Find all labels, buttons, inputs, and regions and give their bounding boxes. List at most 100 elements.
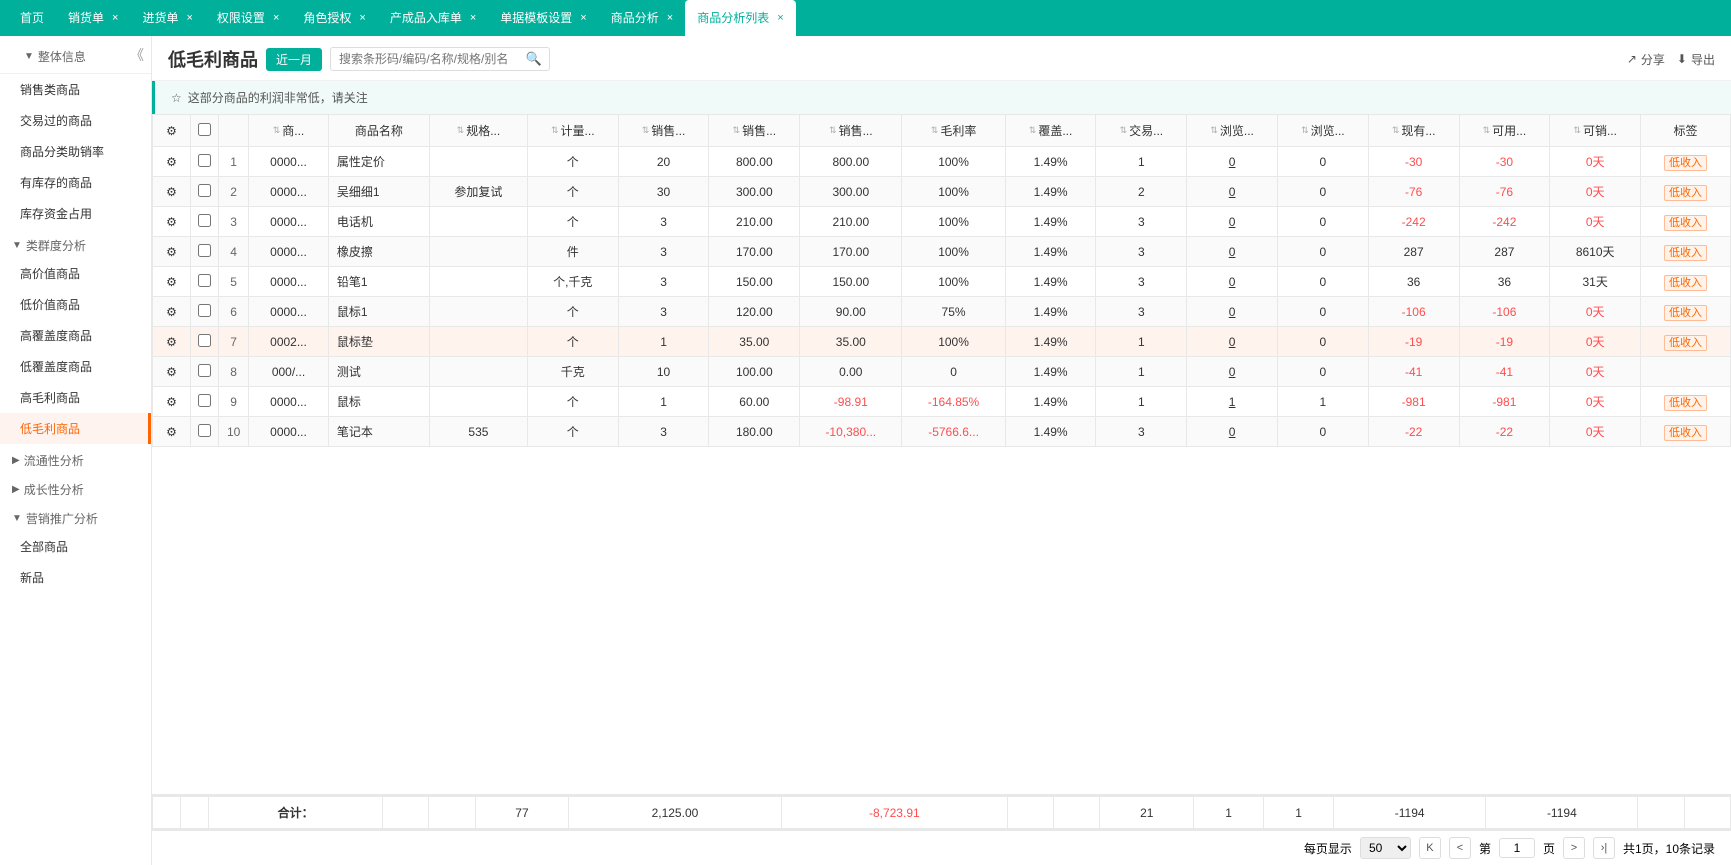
- settings-cell[interactable]: ⚙: [153, 357, 191, 387]
- export-button[interactable]: ⬇ 导出: [1677, 51, 1715, 68]
- date-filter-button[interactable]: 近一月: [266, 48, 322, 71]
- sort-icon-unit[interactable]: ⇅: [551, 125, 559, 136]
- sort-icon-avail[interactable]: ⇅: [1483, 125, 1491, 136]
- settings-cell[interactable]: ⚙: [153, 327, 191, 357]
- row-checkbox-cell[interactable]: [191, 417, 219, 447]
- sidebar-item-stocked-goods[interactable]: 有库存的商品: [0, 167, 151, 198]
- row-checkbox[interactable]: [198, 424, 211, 437]
- nav-product-entry[interactable]: 产成品入库单 ×: [378, 0, 488, 36]
- sidebar-collapse-button[interactable]: 《: [127, 45, 147, 65]
- browse1-link[interactable]: 0: [1229, 365, 1236, 379]
- row-checkbox-cell[interactable]: [191, 267, 219, 297]
- row-checkbox-cell[interactable]: [191, 237, 219, 267]
- row-checkbox[interactable]: [198, 214, 211, 227]
- row-checkbox[interactable]: [198, 274, 211, 287]
- checkbox-column-header[interactable]: [191, 115, 219, 147]
- row-checkbox-cell[interactable]: [191, 387, 219, 417]
- row-checkbox-cell[interactable]: [191, 207, 219, 237]
- row-checkbox-cell[interactable]: [191, 147, 219, 177]
- sidebar-item-low-value[interactable]: 低价值商品: [0, 289, 151, 320]
- settings-cell[interactable]: ⚙: [153, 147, 191, 177]
- browse1-link[interactable]: 0: [1229, 155, 1236, 169]
- sidebar-item-stock-capital[interactable]: 库存资金占用: [0, 198, 151, 229]
- nav-home[interactable]: 首页: [8, 0, 56, 36]
- sort-icon-price[interactable]: ⇅: [733, 125, 741, 136]
- browse1-link[interactable]: 0: [1229, 425, 1236, 439]
- row-checkbox[interactable]: [198, 394, 211, 407]
- nav-close-product-entry[interactable]: ×: [470, 0, 476, 36]
- sort-icon-cov[interactable]: ⇅: [1029, 125, 1037, 136]
- browse1-link[interactable]: 0: [1229, 185, 1236, 199]
- nav-close-product-analysis[interactable]: ×: [667, 0, 673, 36]
- nav-close-sales-order[interactable]: ×: [112, 0, 118, 36]
- sidebar-item-low-margin[interactable]: 低毛利商品: [0, 413, 151, 444]
- sidebar-item-high-coverage[interactable]: 高覆盖度商品: [0, 320, 151, 351]
- sidebar-item-high-margin[interactable]: 高毛利商品: [0, 382, 151, 413]
- last-page-button[interactable]: ›|: [1593, 837, 1615, 859]
- sort-icon-gross[interactable]: ⇅: [931, 125, 939, 136]
- nav-purchase-order[interactable]: 进货单 ×: [130, 0, 204, 36]
- nav-permissions[interactable]: 权限设置 ×: [205, 0, 291, 36]
- nav-close-template-settings[interactable]: ×: [580, 0, 586, 36]
- row-checkbox-cell[interactable]: [191, 357, 219, 387]
- nav-template-settings[interactable]: 单据模板设置 ×: [488, 0, 598, 36]
- row-checkbox[interactable]: [198, 244, 211, 257]
- sort-icon-qty[interactable]: ⇅: [642, 125, 650, 136]
- nav-sales-order[interactable]: 销货单 ×: [56, 0, 130, 36]
- sort-icon-sale[interactable]: ⇅: [1573, 125, 1581, 136]
- sort-icon-b2[interactable]: ⇅: [1301, 125, 1309, 136]
- settings-cell[interactable]: ⚙: [153, 387, 191, 417]
- sort-icon-b1[interactable]: ⇅: [1210, 125, 1218, 136]
- row-checkbox[interactable]: [198, 334, 211, 347]
- sidebar-item-new-goods[interactable]: 新品: [0, 562, 151, 593]
- browse1-link[interactable]: 0: [1229, 245, 1236, 259]
- per-page-select[interactable]: 50 20 100: [1360, 837, 1411, 859]
- sidebar-item-sales-goods[interactable]: 销售类商品: [0, 74, 151, 105]
- sidebar-group-cluster[interactable]: ▼ 类群度分析: [0, 229, 151, 258]
- nav-close-purchase-order[interactable]: ×: [186, 0, 192, 36]
- sidebar-item-high-value[interactable]: 高价值商品: [0, 258, 151, 289]
- share-button[interactable]: ↗ 分享: [1627, 51, 1665, 68]
- browse1-link[interactable]: 0: [1229, 335, 1236, 349]
- row-checkbox[interactable]: [198, 364, 211, 377]
- sidebar-item-category-rate[interactable]: 商品分类助销率: [0, 136, 151, 167]
- row-checkbox-cell[interactable]: [191, 327, 219, 357]
- search-icon[interactable]: 🔍: [526, 51, 542, 67]
- settings-cell[interactable]: ⚙: [153, 207, 191, 237]
- first-page-button[interactable]: K: [1419, 837, 1441, 859]
- settings-cell[interactable]: ⚙: [153, 177, 191, 207]
- nav-product-analysis[interactable]: 商品分析 ×: [599, 0, 685, 36]
- settings-cell[interactable]: ⚙: [153, 297, 191, 327]
- sidebar-item-all-goods[interactable]: 全部商品: [0, 531, 151, 562]
- browse1-link[interactable]: 0: [1229, 215, 1236, 229]
- row-checkbox[interactable]: [198, 304, 211, 317]
- settings-cell[interactable]: ⚙: [153, 237, 191, 267]
- row-checkbox-cell[interactable]: [191, 297, 219, 327]
- browse1-link[interactable]: 0: [1229, 275, 1236, 289]
- search-input[interactable]: [330, 47, 550, 71]
- row-checkbox-cell[interactable]: [191, 177, 219, 207]
- sidebar-group-growth[interactable]: ▶ 成长性分析: [0, 473, 151, 502]
- sort-icon[interactable]: ⇅: [273, 125, 281, 136]
- nav-close-permissions[interactable]: ×: [273, 0, 279, 36]
- sidebar-item-traded-goods[interactable]: 交易过的商品: [0, 105, 151, 136]
- sort-icon-spec[interactable]: ⇅: [457, 125, 465, 136]
- page-number-input[interactable]: [1499, 838, 1535, 858]
- nav-role-auth[interactable]: 角色授权 ×: [291, 0, 377, 36]
- settings-cell[interactable]: ⚙: [153, 267, 191, 297]
- browse1-link[interactable]: 1: [1229, 395, 1236, 409]
- nav-close-role-auth[interactable]: ×: [359, 0, 365, 36]
- next-page-button[interactable]: >: [1563, 837, 1585, 859]
- sort-icon-amt[interactable]: ⇅: [829, 125, 837, 136]
- settings-cell[interactable]: ⚙: [153, 417, 191, 447]
- nav-close-product-analysis-list[interactable]: ×: [777, 0, 783, 36]
- sidebar-item-low-coverage[interactable]: 低覆盖度商品: [0, 351, 151, 382]
- sidebar-group-marketing[interactable]: ▼ 营销推广分析: [0, 502, 151, 531]
- prev-page-button[interactable]: <: [1449, 837, 1471, 859]
- settings-column-header[interactable]: ⚙: [153, 115, 191, 147]
- nav-product-analysis-list[interactable]: 商品分析列表 ×: [685, 0, 795, 36]
- row-checkbox[interactable]: [198, 154, 211, 167]
- row-checkbox[interactable]: [198, 184, 211, 197]
- sidebar-group-circulation[interactable]: ▶ 流通性分析: [0, 444, 151, 473]
- sidebar-group-overall[interactable]: ▼ 整体信息: [12, 40, 98, 69]
